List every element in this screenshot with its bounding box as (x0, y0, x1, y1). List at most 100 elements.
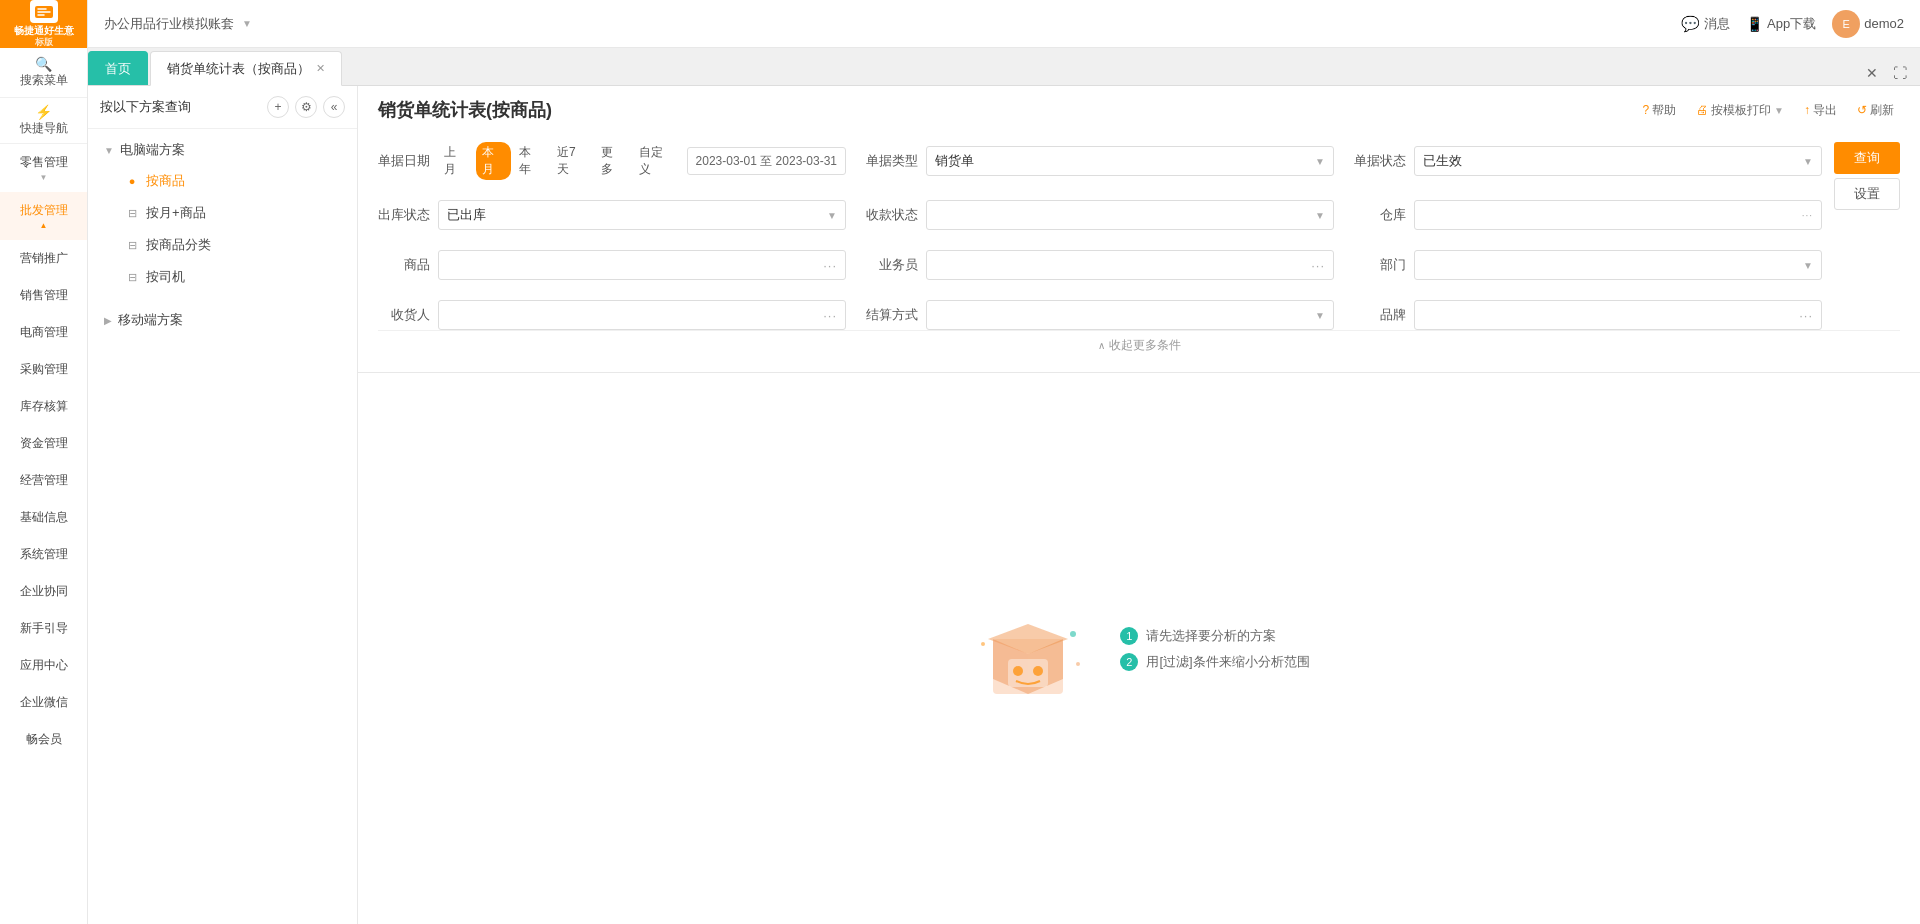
app-subtitle: 标版 (35, 37, 53, 48)
date-tab-this-month[interactable]: 本月 (476, 142, 512, 180)
date-tab-7days[interactable]: 近7天 (551, 142, 593, 180)
edit-scheme-btn[interactable]: ⚙ (295, 96, 317, 118)
scheme-icon-by-month-product: ⊟ (124, 205, 140, 221)
out-status-select[interactable]: 已出库 ▼ (438, 200, 846, 230)
date-group: 上月 本月 本年 近7天 更多 自定义 2023-03-01 至 2023-03… (438, 142, 846, 180)
sidebar-item-sales[interactable]: 销售管理 (0, 277, 87, 314)
add-scheme-btn[interactable]: + (267, 96, 289, 118)
tab-report[interactable]: 销货单统计表（按商品） ✕ (150, 51, 342, 86)
tip-1-text: 请先选择要分析的方案 (1146, 627, 1276, 645)
user-profile-btn[interactable]: E demo2 (1832, 10, 1904, 38)
message-btn[interactable]: 💬 消息 (1681, 15, 1730, 33)
tab-home-label: 首页 (105, 60, 131, 78)
payment-status-chevron: ▼ (1315, 210, 1325, 221)
main-area: 办公用品行业模拟账套 ▼ 💬 消息 📱 App下载 E demo2 首页 (88, 0, 1920, 924)
sidebar-item-onboarding[interactable]: 新手引导 (0, 610, 87, 647)
sidebar-item-ecommerce[interactable]: 电商管理 (0, 314, 87, 351)
inventory-label: 库存核算 (20, 398, 68, 415)
brand-select[interactable]: ··· (1414, 300, 1822, 330)
brand-label: 品牌 (1354, 306, 1414, 324)
search-menu-item[interactable]: 🔍 搜索菜单 (0, 48, 87, 98)
retail-arrow: ▼ (40, 173, 48, 182)
date-range-input[interactable]: 2023-03-01 至 2023-03-31 (687, 147, 846, 175)
date-tab-last-month[interactable]: 上月 (438, 142, 474, 180)
out-status-value: 已出库 (447, 206, 827, 224)
help-btn[interactable]: ? 帮助 (1636, 99, 1682, 122)
collapse-panel-icon: « (331, 100, 338, 114)
settlement-chevron: ▼ (1315, 310, 1325, 321)
payment-status-select[interactable]: ▼ (926, 200, 1334, 230)
settlement-select[interactable]: ▼ (926, 300, 1334, 330)
finance-label: 资金管理 (20, 435, 68, 452)
collapse-panel-btn[interactable]: « (323, 96, 345, 118)
scheme-category-desktop[interactable]: ▼ 电脑端方案 (88, 135, 357, 165)
warehouse-select[interactable]: ··· (1414, 200, 1822, 230)
scheme-item-by-product[interactable]: ● 按商品 (88, 165, 357, 197)
sidebar-item-finance[interactable]: 资金管理 (0, 425, 87, 462)
doc-status-select[interactable]: 已生效 ▼ (1414, 146, 1822, 176)
system-label: 系统管理 (20, 546, 68, 563)
salesperson-dots: ··· (1311, 258, 1325, 273)
sidebar-item-enterprise[interactable]: 企业协同 (0, 573, 87, 610)
tab-home[interactable]: 首页 (88, 51, 148, 85)
tab-report-close[interactable]: ✕ (316, 62, 325, 75)
department-chevron: ▼ (1803, 260, 1813, 271)
settings-button[interactable]: 设置 (1834, 178, 1900, 210)
tab-close-btn[interactable]: ✕ (1860, 61, 1884, 85)
app-download-btn[interactable]: 📱 App下载 (1746, 15, 1816, 33)
scheme-item-by-month-product[interactable]: ⊟ 按月+商品 (88, 197, 357, 229)
sidebar-item-marketing[interactable]: 营销推广 (0, 240, 87, 277)
tab-bar: 首页 销货单统计表（按商品） ✕ ✕ ⛶ (88, 48, 1920, 86)
message-label: 消息 (1704, 15, 1730, 33)
filter-field-settlement: 结算方式 ▼ (866, 300, 1334, 330)
empty-tip-2: 2 用[过滤]条件来缩小分析范围 (1120, 653, 1309, 671)
sidebar-item-inventory[interactable]: 库存核算 (0, 388, 87, 425)
sidebar-item-apps[interactable]: 应用中心 (0, 647, 87, 684)
scheme-category-mobile[interactable]: ▶ 移动端方案 (88, 305, 357, 335)
out-status-label: 出库状态 (378, 206, 438, 224)
scheme-item-by-driver[interactable]: ⊟ 按司机 (88, 261, 357, 293)
export-btn[interactable]: ↑ 导出 (1798, 99, 1843, 122)
salesperson-select[interactable]: ··· (926, 250, 1334, 280)
doc-status-chevron: ▼ (1803, 156, 1813, 167)
empty-state: 1 请先选择要分析的方案 2 用[过滤]条件来缩小分析范围 (358, 373, 1920, 924)
template-print-btn[interactable]: 🖨 按模板打印 ▼ (1690, 99, 1790, 122)
sidebar-item-retail[interactable]: 零售管理 ▼ (0, 144, 87, 192)
date-tab-more[interactable]: 更多 (595, 142, 631, 180)
collapse-more-btn[interactable]: ∧ 收起更多条件 (378, 330, 1900, 360)
help-label: 帮助 (1652, 102, 1676, 119)
filter-field-doc-type: 单据类型 销货单 ▼ (866, 146, 1334, 176)
doc-status-label: 单据状态 (1354, 152, 1414, 170)
filter-field-doc-status: 单据状态 已生效 ▼ (1354, 146, 1822, 176)
sidebar-item-wholesale[interactable]: 批发管理 ▲ (0, 192, 87, 240)
filter-field-department: 部门 ▼ (1354, 250, 1822, 280)
industry-dropdown-icon[interactable]: ▼ (242, 18, 252, 29)
product-select[interactable]: ··· (438, 250, 846, 280)
doc-type-select[interactable]: 销货单 ▼ (926, 146, 1334, 176)
sidebar-item-basics[interactable]: 基础信息 (0, 499, 87, 536)
category-arrow-desktop: ▼ (104, 145, 114, 156)
sidebar-item-operations[interactable]: 经营管理 (0, 462, 87, 499)
department-select[interactable]: ▼ (1414, 250, 1822, 280)
sidebar-item-purchase[interactable]: 采购管理 (0, 351, 87, 388)
tab-expand-btn[interactable]: ⛶ (1888, 61, 1912, 85)
date-tab-custom[interactable]: 自定义 (633, 142, 681, 180)
tip-2-circle: 2 (1120, 653, 1138, 671)
empty-tip-1: 1 请先选择要分析的方案 (1120, 627, 1309, 645)
export-icon: ↑ (1804, 103, 1810, 117)
refresh-btn[interactable]: ↺ 刷新 (1851, 99, 1900, 122)
sidebar-item-wechat[interactable]: 企业微信 (0, 684, 87, 721)
sidebar-item-members[interactable]: 畅会员 (0, 721, 87, 758)
search-label: 搜索菜单 (6, 72, 81, 89)
receiver-select[interactable]: ··· (438, 300, 846, 330)
query-button[interactable]: 查询 (1834, 142, 1900, 174)
collapse-arrow: ∧ (1098, 340, 1105, 351)
receiver-dots: ··· (823, 308, 837, 323)
department-label: 部门 (1354, 256, 1414, 274)
logo-icon (30, 0, 58, 23)
quick-nav-item[interactable]: ⚡ 快捷导航 (0, 98, 87, 144)
doc-type-label: 单据类型 (866, 152, 926, 170)
date-tab-this-year[interactable]: 本年 (513, 142, 549, 180)
scheme-item-by-category[interactable]: ⊟ 按商品分类 (88, 229, 357, 261)
sidebar-item-system[interactable]: 系统管理 (0, 536, 87, 573)
